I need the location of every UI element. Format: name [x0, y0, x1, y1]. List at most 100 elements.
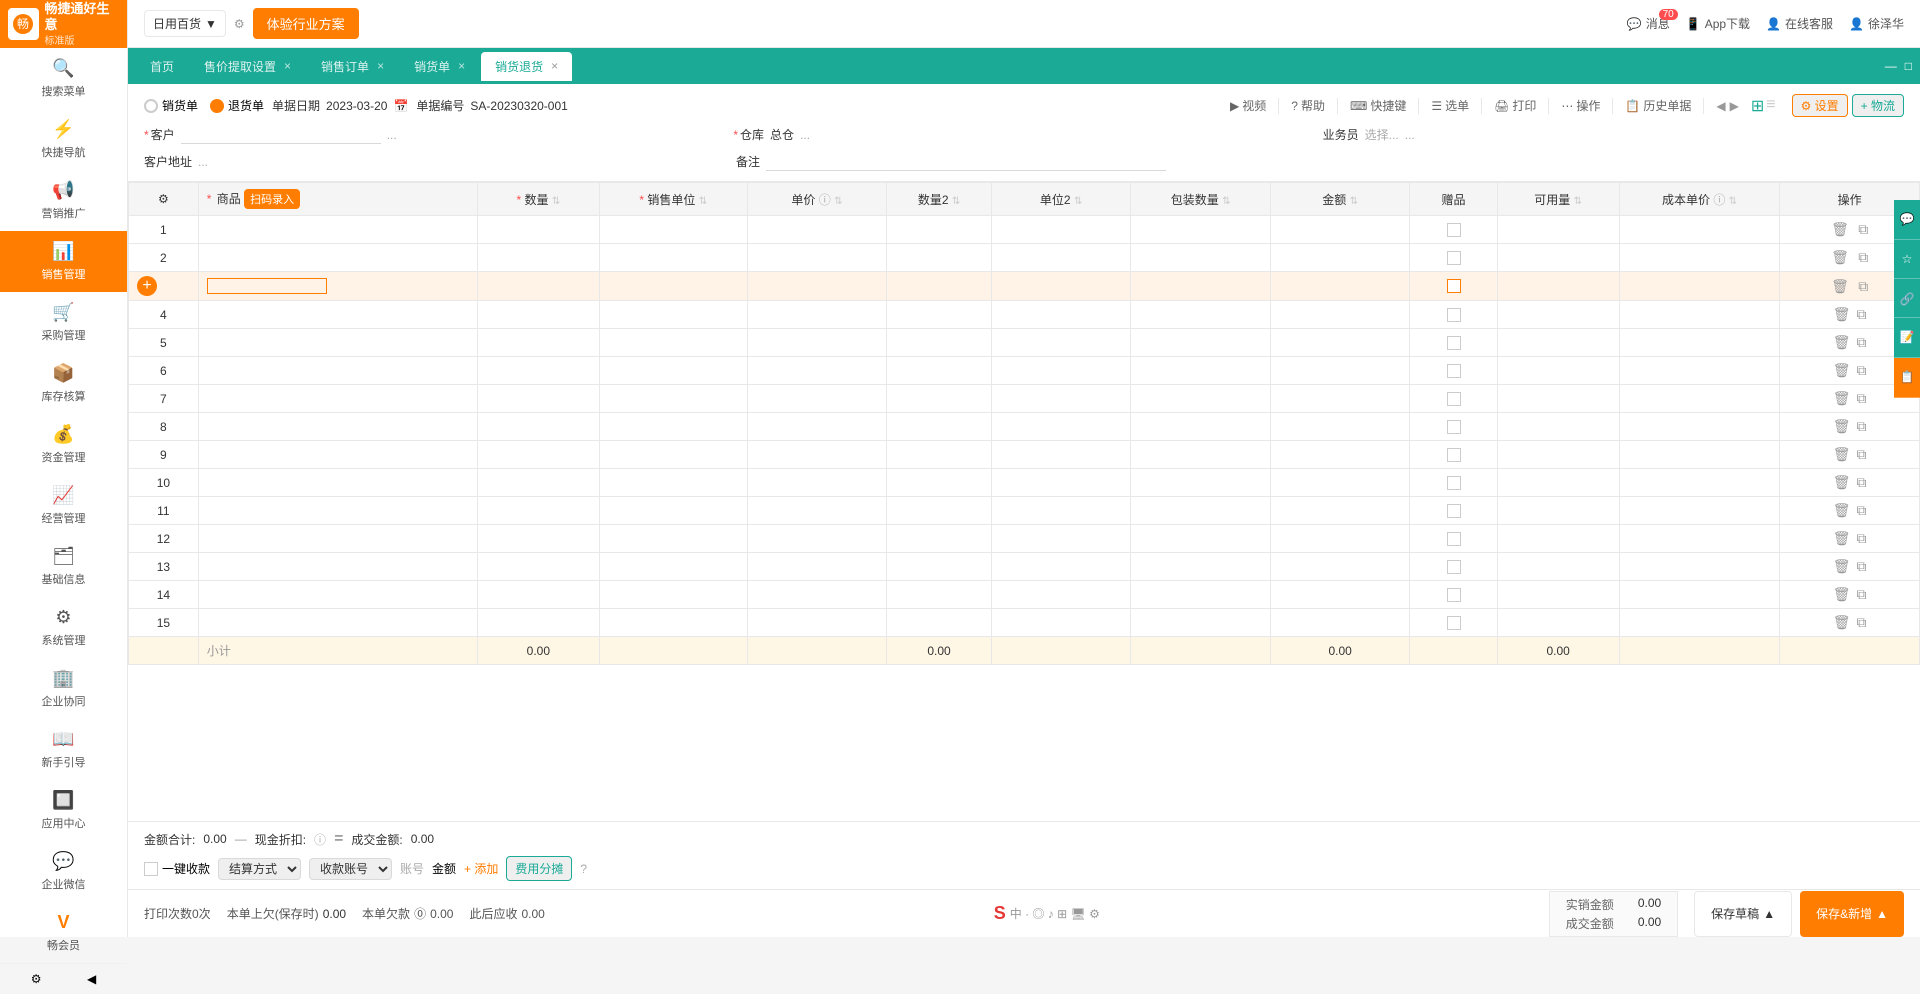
industry-dropdown[interactable]: 日用百货 ▼ — [144, 10, 226, 37]
row-copy-3[interactable]: ⧉ — [1855, 278, 1871, 295]
logistics-button[interactable]: + 物流 — [1852, 94, 1904, 117]
price-sort-icon[interactable]: ⇅ — [834, 196, 842, 207]
row-unit2-2[interactable] — [991, 244, 1131, 272]
tab-sales-return[interactable]: 销货退货 × — [481, 52, 572, 81]
sidebar-item-sales[interactable]: 📊 销售管理 — [0, 231, 127, 292]
customer-input[interactable] — [181, 125, 381, 144]
one-click-cb[interactable] — [144, 862, 158, 876]
row-delete-4[interactable]: 🗑 — [1830, 306, 1854, 323]
settings-topbar-icon[interactable]: ⚙ — [234, 17, 245, 31]
toolbar-print[interactable]: 🖨 打印 — [1494, 97, 1536, 114]
unit-sort-icon[interactable]: ⇅ — [699, 196, 707, 207]
goods-input-3[interactable] — [207, 278, 327, 294]
rfp-star[interactable]: ☆ — [1894, 240, 1920, 279]
gift-checkbox-2[interactable] — [1447, 251, 1461, 265]
settings-bottom-icon[interactable]: ⚙ — [31, 972, 42, 986]
row-price-3[interactable] — [747, 272, 887, 301]
row-qty2-1[interactable] — [887, 216, 992, 244]
gift-checkbox-14[interactable] — [1447, 588, 1461, 602]
row-avail-3[interactable] — [1497, 272, 1619, 301]
notice-button[interactable]: 💬 消息 70 — [1627, 15, 1670, 32]
remark-input[interactable] — [766, 152, 1166, 171]
row-delete-8[interactable]: 🗑 — [1830, 418, 1854, 435]
toolbar-select[interactable]: ☰ 选单 — [1431, 97, 1469, 114]
row-qty2-3[interactable] — [887, 272, 992, 301]
gift-checkbox-5[interactable] — [1447, 336, 1461, 350]
row-unit-3[interactable] — [599, 272, 747, 301]
sidebar-item-purchase[interactable]: 🛒 采购管理 — [0, 292, 127, 353]
gift-checkbox-1[interactable] — [1447, 223, 1461, 237]
pack-sort-icon[interactable]: ⇅ — [1222, 196, 1230, 207]
row-copy-10[interactable]: ⧉ — [1854, 474, 1870, 491]
save-new-arrow[interactable]: ▲ — [1876, 907, 1888, 921]
sidebar-item-shortcut[interactable]: ⚡ 快捷导航 — [0, 109, 127, 170]
settle-method-select[interactable]: 结算方式 — [218, 858, 301, 880]
sidebar-item-newbie[interactable]: 📖 新手引导 — [0, 719, 127, 780]
cost-sort-icon[interactable]: ⇅ — [1729, 196, 1737, 207]
row-copy-5[interactable]: ⧉ — [1854, 334, 1870, 351]
gift-checkbox-15[interactable] — [1447, 616, 1461, 630]
row-delete-3[interactable]: 🗑 — [1828, 278, 1852, 295]
stat2-value[interactable]: ⓪ — [414, 905, 426, 922]
row-pack-3[interactable] — [1131, 272, 1271, 301]
radio-return[interactable]: 退货单 — [210, 97, 264, 114]
row-delete-5[interactable]: 🗑 — [1830, 334, 1854, 351]
row-price-2[interactable] — [747, 244, 887, 272]
row-copy-8[interactable]: ⧉ — [1854, 418, 1870, 435]
row-copy-12[interactable]: ⧉ — [1854, 530, 1870, 547]
row-delete-2[interactable]: 🗑 — [1828, 249, 1852, 266]
row-copy-9[interactable]: ⧉ — [1854, 446, 1870, 463]
row-delete-15[interactable]: 🗑 — [1830, 614, 1854, 631]
row-unit-2[interactable] — [599, 244, 747, 272]
toolbar-shortcut[interactable]: ⌨ 快捷键 — [1350, 97, 1406, 114]
tab-sales-order[interactable]: 销售订单 × — [307, 52, 398, 81]
row-delete-6[interactable]: 🗑 — [1830, 362, 1854, 379]
app-download-button[interactable]: 📱 App下载 — [1686, 15, 1750, 32]
experience-button[interactable]: 体验行业方案 — [253, 8, 359, 39]
unit2-sort-icon[interactable]: ⇅ — [1074, 196, 1082, 207]
online-service-button[interactable]: 👤 在线客服 — [1766, 15, 1833, 32]
gift-checkbox-8[interactable] — [1447, 420, 1461, 434]
gift-checkbox-11[interactable] — [1447, 504, 1461, 518]
row-cost-1[interactable] — [1619, 216, 1780, 244]
row-unit2-1[interactable] — [991, 216, 1131, 244]
row-cost-3[interactable] — [1619, 272, 1780, 301]
row-copy-6[interactable]: ⧉ — [1854, 362, 1870, 379]
row-price-1[interactable] — [747, 216, 887, 244]
save-draft-button[interactable]: 保存草稿 ▲ — [1694, 891, 1792, 937]
gift-checkbox-4[interactable] — [1447, 308, 1461, 322]
gift-checkbox-7[interactable] — [1447, 392, 1461, 406]
row-delete-13[interactable]: 🗑 — [1830, 558, 1854, 575]
rfp-note[interactable]: 📝 — [1894, 318, 1920, 358]
row-delete-9[interactable]: 🗑 — [1830, 446, 1854, 463]
row-delete-1[interactable]: 🗑 — [1828, 221, 1852, 238]
row-qty-2[interactable] — [477, 244, 599, 272]
row-qty2-2[interactable] — [887, 244, 992, 272]
tab-close-sales-delivery[interactable]: × — [458, 59, 465, 73]
row-pack-1[interactable] — [1131, 216, 1271, 244]
row-copy-14[interactable]: ⧉ — [1854, 586, 1870, 603]
tab-price-settings[interactable]: 售价提取设置 × — [190, 52, 305, 81]
tab-close-price-settings[interactable]: × — [284, 59, 291, 73]
view-grid-icon[interactable]: ⊞ — [1751, 96, 1764, 116]
rfp-chat[interactable]: 💬 — [1894, 200, 1920, 240]
salesperson-dots[interactable]: ... — [1405, 128, 1415, 142]
avail-sort-icon[interactable]: ⇅ — [1574, 196, 1582, 207]
tab-close-sales-return[interactable]: × — [551, 59, 558, 73]
th-gear[interactable]: ⚙ — [129, 183, 199, 216]
gift-checkbox-10[interactable] — [1447, 476, 1461, 490]
row-delete-14[interactable]: 🗑 — [1830, 586, 1854, 603]
add-row-button[interactable]: + — [137, 276, 157, 296]
customer-dots[interactable]: ... — [387, 128, 397, 142]
row-avail-1[interactable] — [1497, 216, 1619, 244]
cash-discount-info-icon[interactable]: ⓘ — [314, 831, 326, 848]
fee-split-info-icon[interactable]: ? — [580, 862, 587, 876]
user-avatar[interactable]: 👤 徐泽华 — [1849, 15, 1904, 32]
row-goods-1[interactable] — [198, 216, 477, 244]
amount-sort-icon[interactable]: ⇅ — [1350, 196, 1358, 207]
row-delete-7[interactable]: 🗑 — [1830, 390, 1854, 407]
row-delete-12[interactable]: 🗑 — [1830, 530, 1854, 547]
row-amount-1[interactable] — [1270, 216, 1410, 244]
sidebar-item-member[interactable]: V 畅会员 — [0, 902, 127, 963]
save-new-button[interactable]: 保存&新增 ▲ — [1800, 891, 1904, 937]
